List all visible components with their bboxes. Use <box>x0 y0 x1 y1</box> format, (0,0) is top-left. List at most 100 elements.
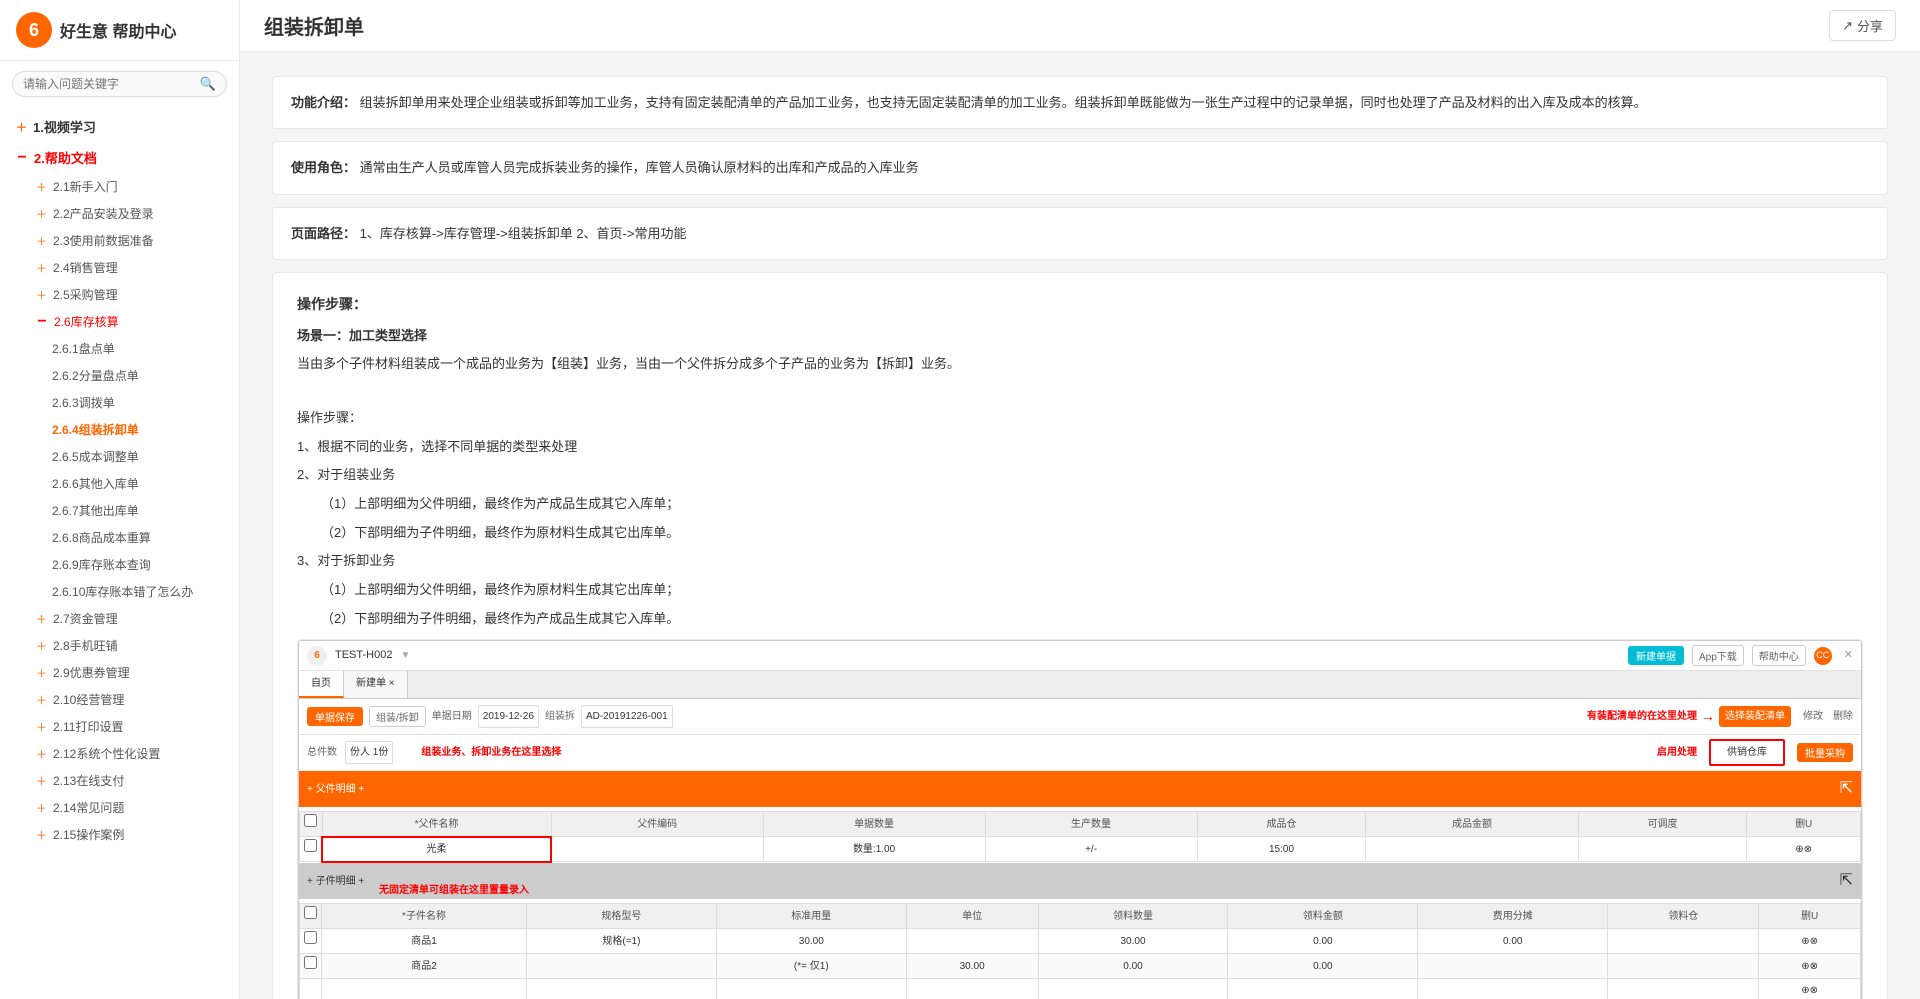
plus-icon: ＋ <box>16 119 27 135</box>
sw-btn-edit[interactable]: 修改 <box>1803 707 1823 726</box>
sidebar-item-docs-215[interactable]: ＋ 2.15操作案例 <box>28 821 239 848</box>
sw-tab-main[interactable]: 自页 <box>299 671 344 698</box>
sidebar-item-docs-23[interactable]: ＋ 2.3使用前数据准备 <box>28 227 239 254</box>
sidebar-item-docs-263[interactable]: 2.6.3调拨单 <box>44 389 239 416</box>
plus-icon-24: ＋ <box>36 260 47 276</box>
sidebar-item-docs-269[interactable]: 2.6.9库存账本查询 <box>44 551 239 578</box>
sidebar-item-docs-27[interactable]: ＋ 2.7资金管理 <box>28 605 239 632</box>
sw-lower-table-wrapper: *子件名称 规格型号 标准用量 单位 领料数量 领料金额 费用分摊 领料仓 删U <box>299 899 1861 999</box>
plus-icon-210: ＋ <box>36 692 47 708</box>
sw-upper-cell-qty[interactable]: 数量:1.00 <box>763 837 985 862</box>
sidebar-item-video[interactable]: ＋ 1.视频学习 <box>0 111 239 142</box>
sw-lower-col-pick: 领料数量 <box>1038 904 1228 929</box>
sw-titlebar: 6 TEST-H002 ▼ 新建单据 App下载 帮助中心 CC ✕ <box>299 641 1861 671</box>
sw-upper-cell-name[interactable]: 光柔 <box>322 837 551 862</box>
sidebar-item-docs-28[interactable]: ＋ 2.8手机旺铺 <box>28 632 239 659</box>
role-label: 使用角色： <box>291 160 356 175</box>
plus-icon-21: ＋ <box>36 179 47 195</box>
sw-upper-col-check <box>300 812 323 837</box>
sw-id-value: AD-20191226-001 <box>581 705 673 728</box>
sw-toolbar: 单据保存 组装/拆卸 单据日期 2019-12-26 组装拆 AD-201912… <box>299 699 1861 735</box>
sw-apps-btn[interactable]: App下载 <box>1692 645 1744 666</box>
intro-label: 功能介绍： <box>291 95 356 110</box>
sw-upper-row1-check[interactable] <box>304 839 317 852</box>
sw-expand-icon[interactable]: ⇱ <box>1840 774 1853 804</box>
sidebar-item-docs-26[interactable]: − 2.6库存核算 <box>28 308 239 335</box>
sw-btn-del[interactable]: 删除 <box>1833 707 1853 726</box>
sw-upper-check-all[interactable] <box>304 814 317 827</box>
sw-input-red-box[interactable]: 供销仓库 <box>1709 739 1785 766</box>
sw-lower-cell2-wh <box>1608 954 1759 979</box>
sw-lower-row1-check[interactable] <box>304 931 317 944</box>
sw-lower-cell2-amt: 0.00 <box>1228 954 1418 979</box>
sidebar-item-docs-213[interactable]: ＋ 2.13在线支付 <box>28 767 239 794</box>
sw-dropdown-arrow: ▼ <box>400 646 410 665</box>
sw-lower-cell2-name: 商品2 <box>322 954 527 979</box>
sw-lower-check-all[interactable] <box>304 906 317 919</box>
scene1-title: 场景一：加工类型选择 <box>297 328 427 343</box>
ops-card: 操作步骤： 场景一：加工类型选择 当由多个子件材料组装成一个成品的业务为【组装】… <box>272 272 1888 999</box>
sw-count-label: 总件数 <box>307 743 337 762</box>
sw-lower-col-wh: 领料仓 <box>1608 904 1759 929</box>
sw-annotation4-wrapper: 启用处理 <box>1657 743 1697 762</box>
sidebar-item-docs-264[interactable]: 2.6.4组装拆卸单 <box>44 416 239 443</box>
sw-id-label: 组装拆 <box>545 707 575 726</box>
search-icon[interactable]: 🔍 <box>200 76 216 92</box>
sw-user-avatar: CC <box>1814 647 1832 665</box>
sidebar-item-docs-24[interactable]: ＋ 2.4销售管理 <box>28 254 239 281</box>
sw-upper-col-avail: 可调度 <box>1578 812 1747 837</box>
share-button[interactable]: ↗ 分享 <box>1829 10 1896 41</box>
nav-sub-26: 2.6.1盘点单 2.6.2分量盘点单 2.6.3调拨单 2.6.4组装拆卸单 … <box>28 335 239 605</box>
sidebar-item-docs-29[interactable]: ＋ 2.9优惠券管理 <box>28 659 239 686</box>
plus-icon-27: ＋ <box>36 611 47 627</box>
sw-tab-new[interactable]: 新建单 × <box>344 671 408 698</box>
plus-icon-25: ＋ <box>36 287 47 303</box>
sidebar-item-docs-214[interactable]: ＋ 2.14常见问题 <box>28 794 239 821</box>
sidebar-item-docs-266[interactable]: 2.6.6其他入库单 <box>44 470 239 497</box>
path-label: 页面路径： <box>291 226 356 241</box>
sw-lower-cell1-pick: 30.00 <box>1038 929 1228 954</box>
sidebar-item-docs-21[interactable]: ＋ 2.1新手入门 <box>28 173 239 200</box>
sidebar-item-docs[interactable]: − 2.帮助文档 <box>0 142 239 173</box>
nav-tree: ＋ 1.视频学习 − 2.帮助文档 ＋ 2.1新手入门 ＋ 2.2产品安装及登录… <box>0 107 239 999</box>
sw-expand-icon2[interactable]: ⇱ <box>1840 866 1853 896</box>
sw-close-icon[interactable]: ✕ <box>1844 645 1853 666</box>
search-bar[interactable]: 🔍 <box>12 71 227 97</box>
sw-lower-col-spec: 规格型号 <box>527 904 717 929</box>
sidebar-item-docs-262[interactable]: 2.6.2分量盘点单 <box>44 362 239 389</box>
sw-lower-cell2-unit: 30.00 <box>906 954 1038 979</box>
sidebar-item-docs-212[interactable]: ＋ 2.12系统个性化设置 <box>28 740 239 767</box>
sidebar-item-docs-2610[interactable]: 2.6.10库存账本错了怎么办 <box>44 578 239 605</box>
sidebar-item-docs-268[interactable]: 2.6.8商品成本重算 <box>44 524 239 551</box>
sw-type-btn[interactable]: 组装/拆卸 <box>369 706 426 727</box>
sw-annotation5: 无固定清单可组装在这里置量录入 <box>379 885 529 896</box>
ops-steps-title: 操作步骤： <box>297 406 1863 431</box>
sidebar-item-docs-211[interactable]: ＋ 2.11打印设置 <box>28 713 239 740</box>
scene1-desc: 当由多个子件材料组装成一个成品的业务为【组装】业务，当由一个父件拆分成多个子产品… <box>297 352 1863 377</box>
sw-save-btn[interactable]: 单据保存 <box>307 707 363 726</box>
sw-lower-col-std: 标准用量 <box>716 904 906 929</box>
sw-batch-btn[interactable]: 批量采购 <box>1797 743 1853 762</box>
intro-text: 组装拆卸单用来处理企业组装或拆卸等加工业务，支持有固定装配清单的产品加工业务，也… <box>360 95 1647 110</box>
sw-lower-cell1-amt: 0.00 <box>1228 929 1418 954</box>
path-block: 页面路径： 1、库存核算->库存管理->组装拆卸单 2、首页->常用功能 <box>272 207 1888 260</box>
search-input[interactable] <box>23 77 200 91</box>
sw-section-child-label: + 子件明细 + <box>307 872 364 891</box>
sw-help-btn[interactable]: 帮助中心 <box>1752 645 1806 666</box>
step3: 3、对于拆卸业务 <box>297 549 1863 574</box>
sw-choose-list-btn[interactable]: 选择装配清单 <box>1719 706 1791 727</box>
sidebar-item-docs-210[interactable]: ＋ 2.10经营管理 <box>28 686 239 713</box>
sw-logo: 6 <box>307 646 327 666</box>
plus-icon-215: ＋ <box>36 827 47 843</box>
sidebar-item-docs-267[interactable]: 2.6.7其他出库单 <box>44 497 239 524</box>
sidebar-item-docs-265[interactable]: 2.6.5成本调整单 <box>44 443 239 470</box>
sw-upper-cell-code <box>551 837 763 862</box>
sw-lower-cell1-fee: 0.00 <box>1418 929 1608 954</box>
sw-lower-row2-check[interactable] <box>304 956 317 969</box>
sidebar-item-docs-261[interactable]: 2.6.1盘点单 <box>44 335 239 362</box>
sidebar-item-docs-25[interactable]: ＋ 2.5采购管理 <box>28 281 239 308</box>
sw-upper-cell-check <box>300 837 323 862</box>
sidebar-item-docs-22[interactable]: ＋ 2.2产品安装及登录 <box>28 200 239 227</box>
sw-new-btn[interactable]: 新建单据 <box>1628 646 1684 665</box>
plus-icon-212: ＋ <box>36 746 47 762</box>
